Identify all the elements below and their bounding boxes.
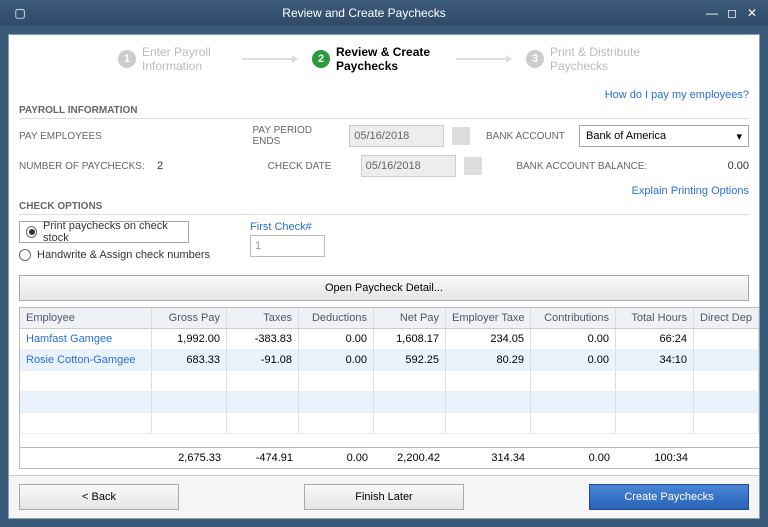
col-contrib[interactable]: Contributions: [531, 308, 616, 328]
payroll-info-header: PAYROLL INFORMATION: [19, 105, 749, 119]
col-dd[interactable]: Direct Dep: [694, 308, 759, 328]
calendar-icon[interactable]: [452, 127, 470, 145]
radio-icon: [19, 249, 31, 261]
window-title: Review and Create Paychecks: [28, 6, 700, 20]
pay-period-ends-input[interactable]: [349, 125, 444, 147]
pay-employees-label: PAY EMPLOYEES: [19, 131, 104, 142]
table-totals-row: 2,675.33 -474.91 0.00 2,200.42 314.34 0.…: [20, 447, 759, 468]
bank-account-label: BANK ACCOUNT: [486, 131, 571, 142]
col-emptax[interactable]: Employer Taxe: [446, 308, 531, 328]
radio-handwrite[interactable]: Handwrite & Assign check numbers: [19, 249, 210, 261]
bank-balance-value: 0.00: [728, 160, 749, 172]
table-row[interactable]: Rosie Cotton-Gamgee 683.33 -91.08 0.00 5…: [20, 350, 759, 371]
arrow-icon: [456, 58, 506, 60]
table-row[interactable]: Hamfast Gamgee 1,992.00 -383.83 0.00 1,6…: [20, 329, 759, 350]
col-deductions[interactable]: Deductions: [299, 308, 374, 328]
col-hours[interactable]: Total Hours: [616, 308, 694, 328]
num-paychecks-label: NUMBER OF PAYCHECKS:: [19, 161, 149, 172]
minimize-icon[interactable]: —: [704, 5, 720, 21]
chevron-down-icon: ▾: [736, 130, 742, 143]
create-paychecks-button[interactable]: Create Paychecks: [589, 484, 749, 510]
col-taxes[interactable]: Taxes: [227, 308, 299, 328]
step-1: 1 Enter Payroll Information: [118, 45, 222, 73]
bank-balance-label: BANK ACCOUNT BALANCE:: [516, 161, 656, 172]
window-menu-icon[interactable]: ▢: [12, 5, 28, 21]
pay-period-ends-label: PAY PERIOD ENDS: [253, 125, 342, 147]
paycheck-table: Employee Gross Pay Taxes Deductions Net …: [19, 307, 759, 469]
radio-icon: [26, 226, 37, 238]
num-paychecks-value: 2: [157, 160, 163, 172]
col-netpay[interactable]: Net Pay: [374, 308, 446, 328]
check-date-label: CHECK DATE: [268, 161, 353, 172]
open-paycheck-detail-button[interactable]: Open Paycheck Detail...: [19, 275, 749, 301]
first-check-label: First Check#: [250, 221, 325, 233]
finish-later-button[interactable]: Finish Later: [304, 484, 464, 510]
table-header-row: Employee Gross Pay Taxes Deductions Net …: [20, 308, 759, 329]
bank-account-select[interactable]: Bank of America ▾: [579, 125, 749, 147]
check-options-header: CHECK OPTIONS: [19, 201, 749, 215]
col-employee[interactable]: Employee: [20, 308, 152, 328]
radio-print-stock[interactable]: Print paychecks on check stock: [19, 221, 189, 243]
col-gross[interactable]: Gross Pay: [152, 308, 227, 328]
help-link[interactable]: How do I pay my employees?: [19, 89, 749, 101]
employee-link[interactable]: Rosie Cotton-Gamgee: [20, 350, 152, 370]
step-3: 3 Print & Distribute Paychecks: [526, 45, 650, 73]
close-icon[interactable]: ✕: [744, 5, 760, 21]
first-check-input[interactable]: [250, 235, 325, 257]
explain-printing-link[interactable]: Explain Printing Options: [19, 185, 749, 197]
employee-link[interactable]: Hamfast Gamgee: [20, 329, 152, 349]
check-date-input[interactable]: [361, 155, 456, 177]
calendar-icon[interactable]: [464, 157, 482, 175]
back-button[interactable]: < Back: [19, 484, 179, 510]
table-row-empty: [20, 413, 759, 434]
maximize-icon[interactable]: ◻: [724, 5, 740, 21]
table-row-empty: [20, 392, 759, 413]
wizard-steps: 1 Enter Payroll Information 2 Review & C…: [9, 35, 759, 83]
table-row-empty: [20, 371, 759, 392]
arrow-icon: [242, 58, 292, 60]
step-2: 2 Review & Create Paychecks: [312, 45, 436, 73]
